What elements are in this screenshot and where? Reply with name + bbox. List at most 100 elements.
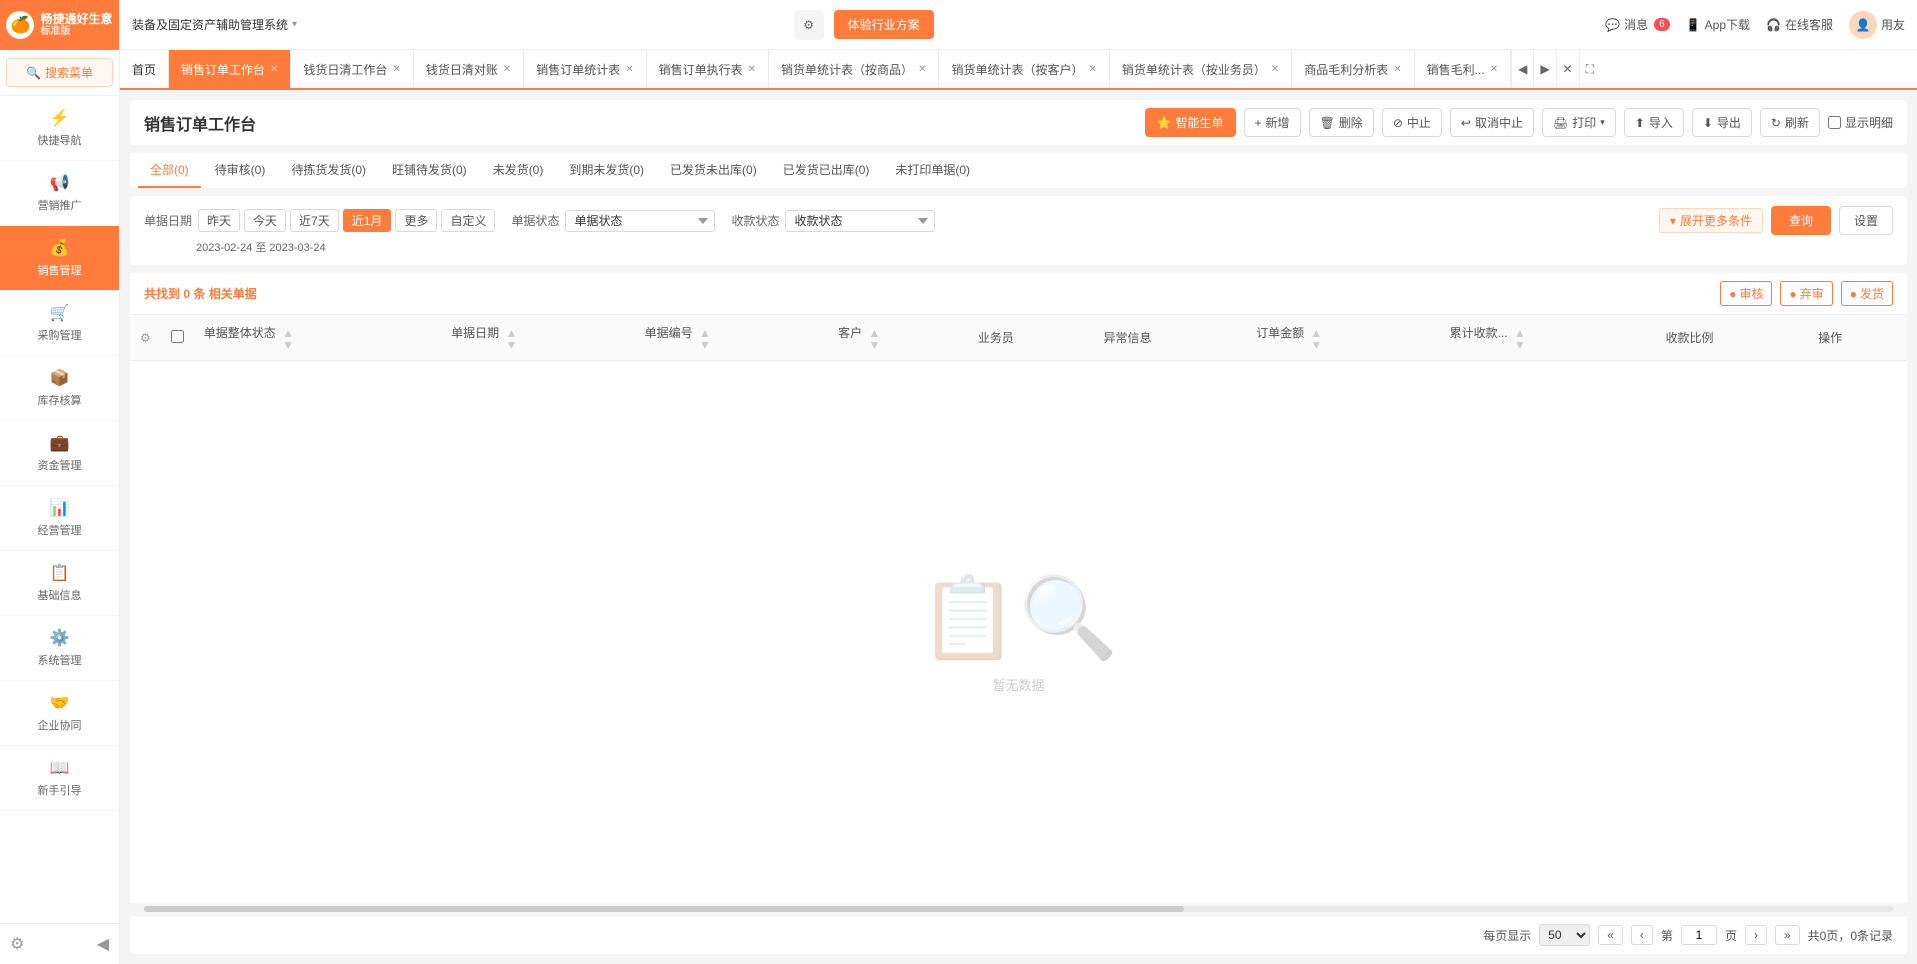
export-button[interactable]: ⬇ 导出	[1692, 108, 1752, 137]
delete-button[interactable]: 🗑 删除	[1309, 108, 1374, 137]
sidebar-item-quick-nav[interactable]: ⚡快捷导航	[0, 96, 119, 161]
date-btn-今天[interactable]: 今天	[244, 209, 286, 232]
page-input[interactable]	[1681, 925, 1717, 945]
collapse-icon[interactable]: ◀	[97, 934, 109, 954]
search-menu-button[interactable]: 🔍 搜索菜单	[6, 58, 113, 87]
subtab-all[interactable]: 全部(0)	[138, 153, 201, 188]
sidebar-item-guide[interactable]: 📖新手引导	[0, 746, 119, 811]
app-download-button[interactable]: 📱 App下载	[1686, 16, 1750, 33]
tab-nav-next[interactable]: ▶	[1533, 50, 1555, 88]
ship-action-button[interactable]: ● 发货	[1841, 281, 1893, 306]
last-page-button[interactable]: »	[1775, 925, 1800, 945]
tab-sales-workbench[interactable]: 销售订单工作台✕	[169, 50, 291, 88]
pagination: 每页显示 50 20 100 « ‹ 第 页 › » 共0页，0条记录	[130, 915, 1907, 954]
subtab-label-all: 全部(0)	[150, 163, 189, 177]
smart-create-button[interactable]: ⭐ 智能生单	[1145, 108, 1236, 137]
tab-gross-profit[interactable]: 商品毛利分析表✕	[1292, 50, 1414, 88]
industry-solution-button[interactable]: 体验行业方案	[834, 10, 934, 39]
date-btn-昨天[interactable]: 昨天	[198, 209, 240, 232]
tab-close-sales-more[interactable]: ✕	[1490, 64, 1498, 75]
sidebar-item-sys-mgmt[interactable]: ⚙️系统管理	[0, 616, 119, 681]
sidebar-item-operations[interactable]: 📊经营管理	[0, 486, 119, 551]
status-select[interactable]: 单据状态	[565, 210, 715, 232]
settings-icon[interactable]: ⚙	[10, 934, 24, 954]
query-button[interactable]: 查询	[1771, 206, 1831, 235]
subtab-pending-check[interactable]: 待拣货发货(0)	[279, 153, 378, 188]
tab-close-cash-daily[interactable]: ✕	[392, 64, 400, 75]
print-button[interactable]: 🖨 打印 ▾	[1542, 108, 1616, 137]
record-count: 共找到 0 条 相关单据	[144, 285, 257, 302]
tab-sales-more[interactable]: 销售毛利...✕	[1415, 50, 1511, 88]
subtab-pending-review[interactable]: 待审核(0)	[203, 153, 278, 188]
nav-label-marketing: 营销推广	[38, 197, 82, 213]
subtab-shipped-not-in[interactable]: 已发货未出库(0)	[658, 153, 769, 188]
tab-close-sales-customer[interactable]: ✕	[1088, 64, 1096, 75]
tab-close-cash-reconcile[interactable]: ✕	[503, 64, 511, 75]
tab-close-gross-profit[interactable]: ✕	[1393, 64, 1401, 75]
sidebar-item-marketing[interactable]: 📢营销推广	[0, 161, 119, 226]
date-btn-近1月[interactable]: 近1月	[343, 209, 392, 232]
subtab-not-shipped[interactable]: 未发货(0)	[481, 153, 556, 188]
cancel-stop-button[interactable]: ↩ 取消中止	[1450, 108, 1534, 137]
tab-nav-prev[interactable]: ◀	[1511, 50, 1533, 88]
ship-icon: ●	[1850, 287, 1857, 301]
payment-select[interactable]: 收款状态	[785, 210, 935, 232]
add-button[interactable]: + 新增	[1244, 108, 1301, 137]
online-service-button[interactable]: 🎧 在线客服	[1766, 16, 1833, 33]
subtab-shipped-in[interactable]: 已发货已出库(0)	[771, 153, 882, 188]
user-menu[interactable]: 👤 用友	[1849, 11, 1905, 39]
tab-close-sales-workbench[interactable]: ✕	[270, 64, 278, 75]
first-page-button[interactable]: «	[1598, 925, 1623, 945]
subtab-not-printed[interactable]: 未打印单据(0)	[883, 153, 982, 188]
date-btn-自定义[interactable]: 自定义	[441, 209, 495, 232]
date-btn-更多[interactable]: 更多	[395, 209, 437, 232]
page-size-select[interactable]: 50 20 100	[1539, 924, 1590, 946]
tab-cash-reconcile[interactable]: 钱货日清对账✕	[414, 50, 524, 88]
tab-sales-customer[interactable]: 销货单统计表（按客户）✕	[939, 50, 1109, 88]
show-detail-toggle[interactable]: 显示明细	[1828, 114, 1893, 131]
system-title-text: 装备及固定资产辅助管理系统	[132, 16, 288, 33]
refresh-button[interactable]: ↻ 刷新	[1760, 108, 1820, 137]
expand-filters-button[interactable]: ▾ 展开更多条件	[1659, 208, 1763, 233]
system-title-dropdown[interactable]: 装备及固定资产辅助管理系统 ▾	[132, 16, 784, 33]
tab-expand[interactable]: ⛶	[1579, 50, 1600, 88]
tab-close-sales-stats[interactable]: ✕	[625, 64, 633, 75]
sidebar-item-sales[interactable]: 💰销售管理	[0, 226, 119, 291]
tab-sales-exec[interactable]: 销售订单执行表✕	[647, 50, 769, 88]
prev-page-button[interactable]: ‹	[1631, 925, 1653, 945]
abandon-review-button[interactable]: ● 弃审	[1780, 281, 1832, 306]
tab-close-sales-exec[interactable]: ✕	[748, 64, 756, 75]
scrollbar-thumb[interactable]	[144, 906, 1184, 912]
tab-sales-product[interactable]: 销货单统计表（按商品）✕	[769, 50, 939, 88]
sidebar-item-purchase[interactable]: 🛒采购管理	[0, 291, 119, 356]
message-button[interactable]: 💬 消息 6	[1605, 16, 1670, 33]
date-btn-近7天[interactable]: 近7天	[290, 209, 339, 232]
stop-button[interactable]: ⊘ 中止	[1382, 108, 1442, 137]
tab-close-sales-staff[interactable]: ✕	[1271, 64, 1279, 75]
column-settings[interactable]: ⚙	[130, 315, 161, 361]
horizontal-scrollbar[interactable]	[130, 903, 1907, 915]
nav-label-base-info: 基础信息	[38, 587, 82, 603]
sidebar-item-enterprise[interactable]: 🤝企业协同	[0, 681, 119, 746]
next-page-button[interactable]: ›	[1745, 925, 1767, 945]
user-name: 用友	[1881, 16, 1905, 33]
tab-cash-daily[interactable]: 钱货日清工作台✕	[291, 50, 413, 88]
show-detail-checkbox[interactable]	[1828, 116, 1841, 129]
payment-filter: 收款状态 收款状态	[731, 210, 935, 232]
search-icon: 🔍	[26, 66, 41, 80]
settings-button[interactable]: 设置	[1839, 206, 1893, 235]
tab-home[interactable]: 首页	[120, 50, 169, 88]
tab-close-sales-product[interactable]: ✕	[918, 64, 926, 75]
import-button[interactable]: ⬆ 导入	[1624, 108, 1684, 137]
select-all-checkbox[interactable]	[171, 330, 184, 343]
sidebar-item-finance[interactable]: 💼资金管理	[0, 421, 119, 486]
subtab-overdue[interactable]: 到期未发货(0)	[557, 153, 656, 188]
review-action-button[interactable]: ● 审核	[1720, 281, 1772, 306]
tab-sales-stats[interactable]: 销售订单统计表✕	[524, 50, 646, 88]
tab-sales-staff[interactable]: 销货单统计表（按业务员）✕	[1110, 50, 1292, 88]
topbar-gear-button[interactable]: ⚙	[794, 10, 824, 40]
sidebar-item-inventory[interactable]: 📦库存核算	[0, 356, 119, 421]
tab-close-all[interactable]: ✕	[1556, 50, 1579, 88]
sidebar-item-base-info[interactable]: 📋基础信息	[0, 551, 119, 616]
subtab-wangpu-pending[interactable]: 旺铺待发货(0)	[380, 153, 479, 188]
